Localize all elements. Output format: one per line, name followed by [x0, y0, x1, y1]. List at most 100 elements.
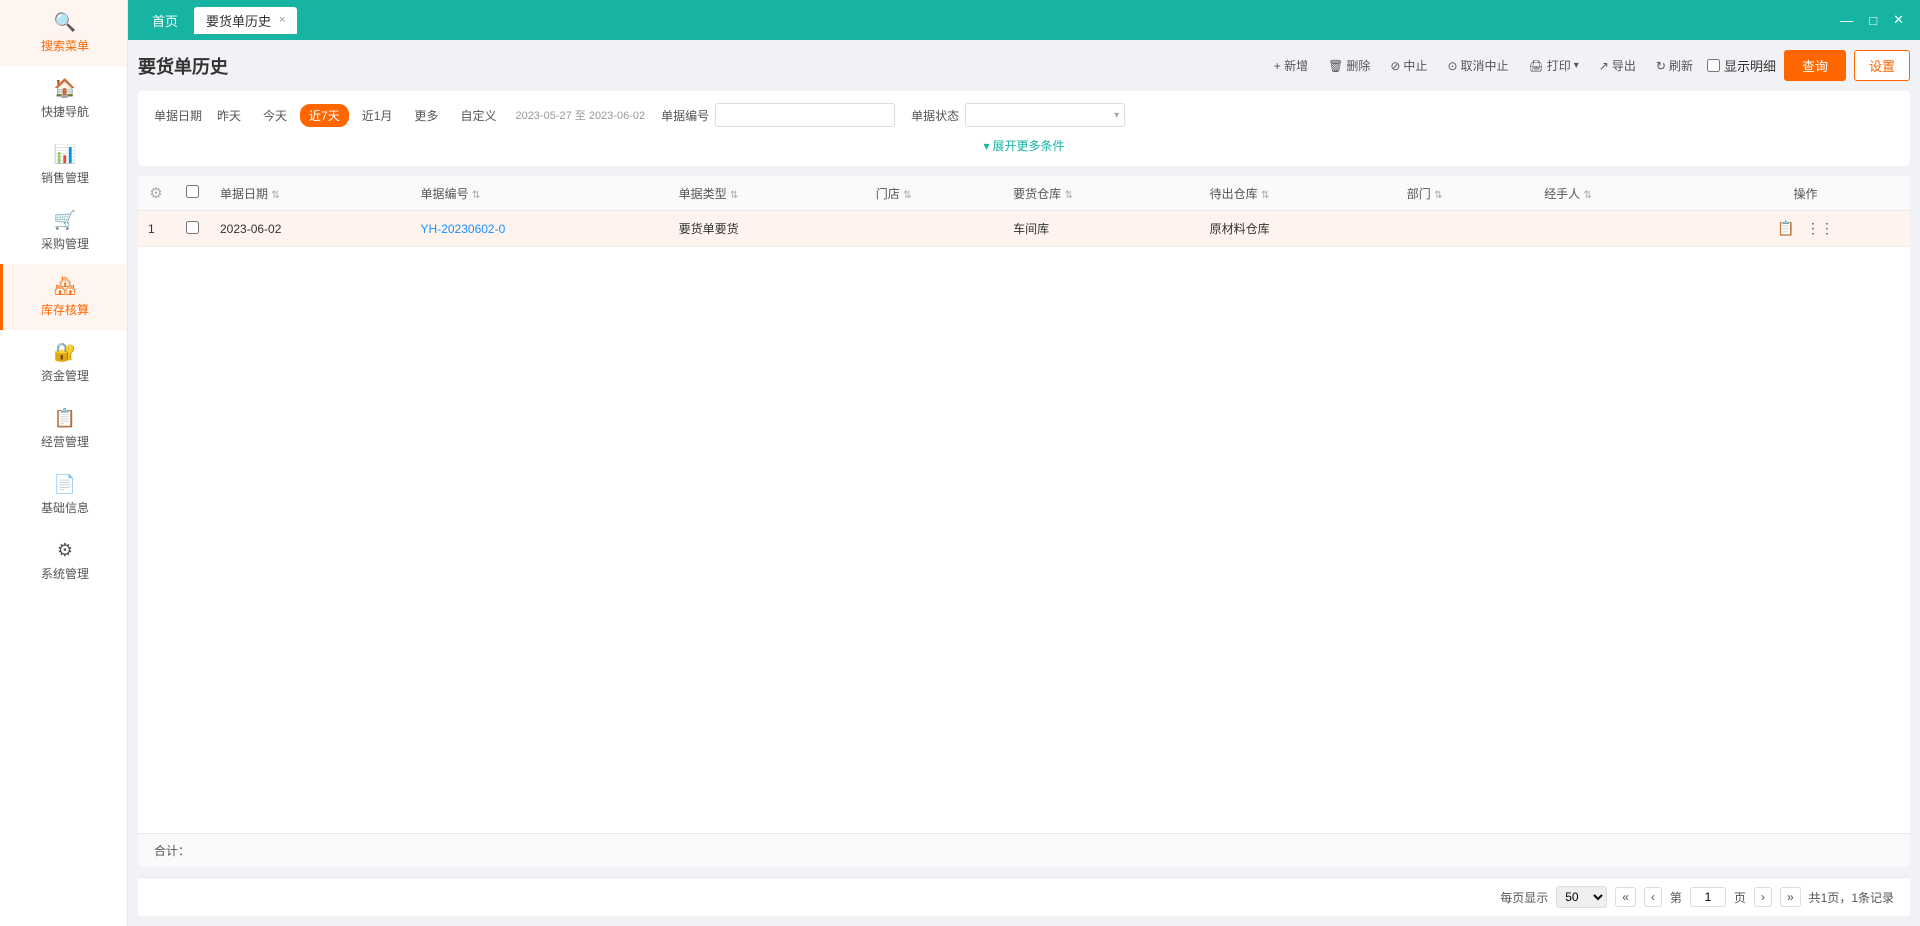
status-select-wrapper: ▾	[965, 103, 1125, 127]
close-window-button[interactable]: ✕	[1889, 10, 1908, 30]
col-header-req_warehouse[interactable]: 要货仓库 ⇅	[1003, 176, 1200, 211]
content-area: 要货单历史 + 新增 🗑 删除 ⊘ 中止 ⊙ 取消中止 🖨 打印	[128, 40, 1920, 926]
bill-no-input[interactable]	[715, 103, 895, 127]
col-header-bill_no[interactable]: 单据编号 ⇅	[411, 176, 669, 211]
print-button[interactable]: 🖨 打印 ▾	[1523, 53, 1585, 78]
col-label-bill_type: 单据类型	[679, 187, 727, 201]
date-range-buttons: 昨天今天近7天近1月更多自定义	[208, 104, 505, 127]
sidebar-item-inventory[interactable]: 🏘 库存核算	[0, 264, 127, 330]
table-settings-icon[interactable]: ⚙	[149, 185, 162, 202]
first-page-button[interactable]: «	[1615, 887, 1636, 907]
next-page-button[interactable]: ›	[1754, 887, 1772, 907]
last-page-button[interactable]: »	[1780, 887, 1801, 907]
pagination-bar: 每页显示 2050100 « ‹ 第 页 › » 共1页，1条记录	[138, 877, 1910, 916]
page-header: 要货单历史 + 新增 🗑 删除 ⊘ 中止 ⊙ 取消中止 🖨 打印	[138, 50, 1910, 81]
sidebar-item-operations[interactable]: 📋 经营管理	[0, 396, 127, 462]
sidebar-label-basic-info: 基础信息	[41, 499, 89, 516]
sidebar-label-operations: 经营管理	[41, 433, 89, 450]
maximize-button[interactable]: □	[1865, 11, 1881, 30]
cell-bill_type: 要货单要货	[669, 211, 866, 247]
sidebar-item-sales[interactable]: 📊 销售管理	[0, 132, 127, 198]
sidebar-item-purchase[interactable]: 🛒 采购管理	[0, 198, 127, 264]
row-checkbox-0[interactable]	[186, 221, 199, 234]
purchase-icon: 🛒	[54, 210, 76, 231]
refresh-button[interactable]: ↻ 刷新	[1650, 53, 1699, 78]
col-header-index: ⚙	[138, 176, 174, 211]
tab-home[interactable]: 首页	[140, 7, 190, 34]
edit-row-button[interactable]: 📋	[1773, 218, 1798, 239]
total-info: 共1页，1条记录	[1809, 889, 1894, 906]
filter-expand-row: ▾ 展开更多条件	[154, 137, 1894, 154]
page-suffix: 页	[1734, 889, 1746, 906]
stop-button[interactable]: ⊘ 中止	[1384, 53, 1433, 78]
col-label-bill_no: 单据编号	[421, 187, 469, 201]
filter-bar: 单据日期 昨天今天近7天近1月更多自定义 2023-05-27 至 2023-0…	[138, 91, 1910, 166]
col-header-department[interactable]: 部门 ⇅	[1397, 176, 1534, 211]
bill-no-link[interactable]: YH-20230602-0	[421, 222, 506, 236]
delete-button[interactable]: 🗑 删除	[1322, 53, 1376, 78]
col-header-checkbox	[174, 176, 210, 211]
query-button[interactable]: 查询	[1784, 50, 1846, 81]
col-header-bill_type[interactable]: 单据类型 ⇅	[669, 176, 866, 211]
new-button[interactable]: + 新增	[1268, 53, 1314, 78]
more-row-button[interactable]: ⋮⋮	[1802, 218, 1838, 239]
sort-icon-req_warehouse: ⇅	[1064, 190, 1072, 201]
date-btn-更多[interactable]: 更多	[405, 104, 447, 127]
filter-row-1: 单据日期 昨天今天近7天近1月更多自定义 2023-05-27 至 2023-0…	[154, 103, 1894, 127]
select-all-checkbox[interactable]	[186, 185, 199, 198]
operations-icon: 📋	[54, 408, 76, 429]
sidebar-label-finance: 资金管理	[41, 367, 89, 384]
sidebar-item-finance[interactable]: 🔐 资金管理	[0, 330, 127, 396]
date-btn-自定义[interactable]: 自定义	[451, 104, 505, 127]
col-header-date[interactable]: 单据日期 ⇅	[210, 176, 411, 211]
col-header-store[interactable]: 门店 ⇅	[866, 176, 1003, 211]
col-header-handler[interactable]: 经手人 ⇅	[1534, 176, 1701, 211]
delete-icon: 🗑	[1328, 59, 1343, 73]
date-btn-近1月[interactable]: 近1月	[353, 104, 402, 127]
sidebar: 🔍 搜索菜单 🏠 快捷导航 📊 销售管理 🛒 采购管理 🏘 库存核算 🔐 资金管…	[0, 0, 128, 926]
expand-conditions-button[interactable]: ▾ 展开更多条件	[983, 137, 1064, 154]
date-filter-label: 单据日期	[154, 107, 202, 124]
display-detail-checkbox-label[interactable]: 显示明细	[1707, 56, 1776, 75]
display-detail-checkbox[interactable]	[1707, 59, 1720, 72]
refresh-icon: ↻	[1656, 59, 1666, 73]
bill-no-filter: 单据编号	[661, 103, 895, 127]
minimize-button[interactable]: —	[1836, 11, 1857, 30]
sidebar-label-quick-nav: 快捷导航	[41, 103, 89, 120]
sidebar-item-quick-nav[interactable]: 🏠 快捷导航	[0, 66, 127, 132]
page-size-select[interactable]: 2050100	[1556, 886, 1607, 908]
date-btn-近7天[interactable]: 近7天	[300, 104, 349, 127]
page-title: 要货单历史	[138, 53, 228, 79]
col-header-ops: 操作	[1701, 176, 1910, 211]
print-dropdown-icon: ▾	[1574, 60, 1579, 71]
sort-icon-store: ⇅	[903, 190, 911, 201]
date-btn-今天[interactable]: 今天	[254, 104, 296, 127]
inventory-icon: 🏘	[54, 276, 77, 297]
quick-nav-icon: 🏠	[54, 78, 76, 99]
cell-req_warehouse: 车间库	[1003, 211, 1200, 247]
tab-requisition-history[interactable]: 要货单历史×	[194, 7, 297, 34]
sidebar-item-system[interactable]: ⚙ 系统管理	[0, 528, 127, 594]
cancel-stop-icon: ⊙	[1447, 59, 1457, 73]
col-label-store: 门店	[876, 187, 900, 201]
tab-close-requisition-history[interactable]: ×	[279, 14, 285, 26]
cell-pending_warehouse: 原材料仓库	[1200, 211, 1397, 247]
goto-label: 第	[1670, 889, 1682, 906]
sidebar-item-search-menu[interactable]: 🔍 搜索菜单	[0, 0, 127, 66]
date-range-text: 2023-05-27 至 2023-06-02	[515, 107, 645, 123]
status-label: 单据状态	[911, 107, 959, 124]
col-header-pending_warehouse[interactable]: 待出仓库 ⇅	[1200, 176, 1397, 211]
cell-checkbox	[174, 211, 210, 247]
export-button[interactable]: ↗ 导出	[1593, 53, 1642, 78]
sort-icon-bill_type: ⇅	[730, 190, 738, 201]
prev-page-button[interactable]: ‹	[1644, 887, 1662, 907]
sidebar-item-basic-info[interactable]: 📄 基础信息	[0, 462, 127, 528]
date-btn-昨天[interactable]: 昨天	[208, 104, 250, 127]
col-label-department: 部门	[1407, 187, 1431, 201]
cancel-stop-button[interactable]: ⊙ 取消中止	[1441, 53, 1514, 78]
page-input[interactable]	[1690, 887, 1726, 907]
settings-button[interactable]: 设置	[1854, 50, 1910, 81]
date-filter: 单据日期 昨天今天近7天近1月更多自定义 2023-05-27 至 2023-0…	[154, 104, 645, 127]
cell-ops: 📋 ⋮⋮	[1701, 211, 1910, 247]
status-select[interactable]	[965, 103, 1125, 127]
